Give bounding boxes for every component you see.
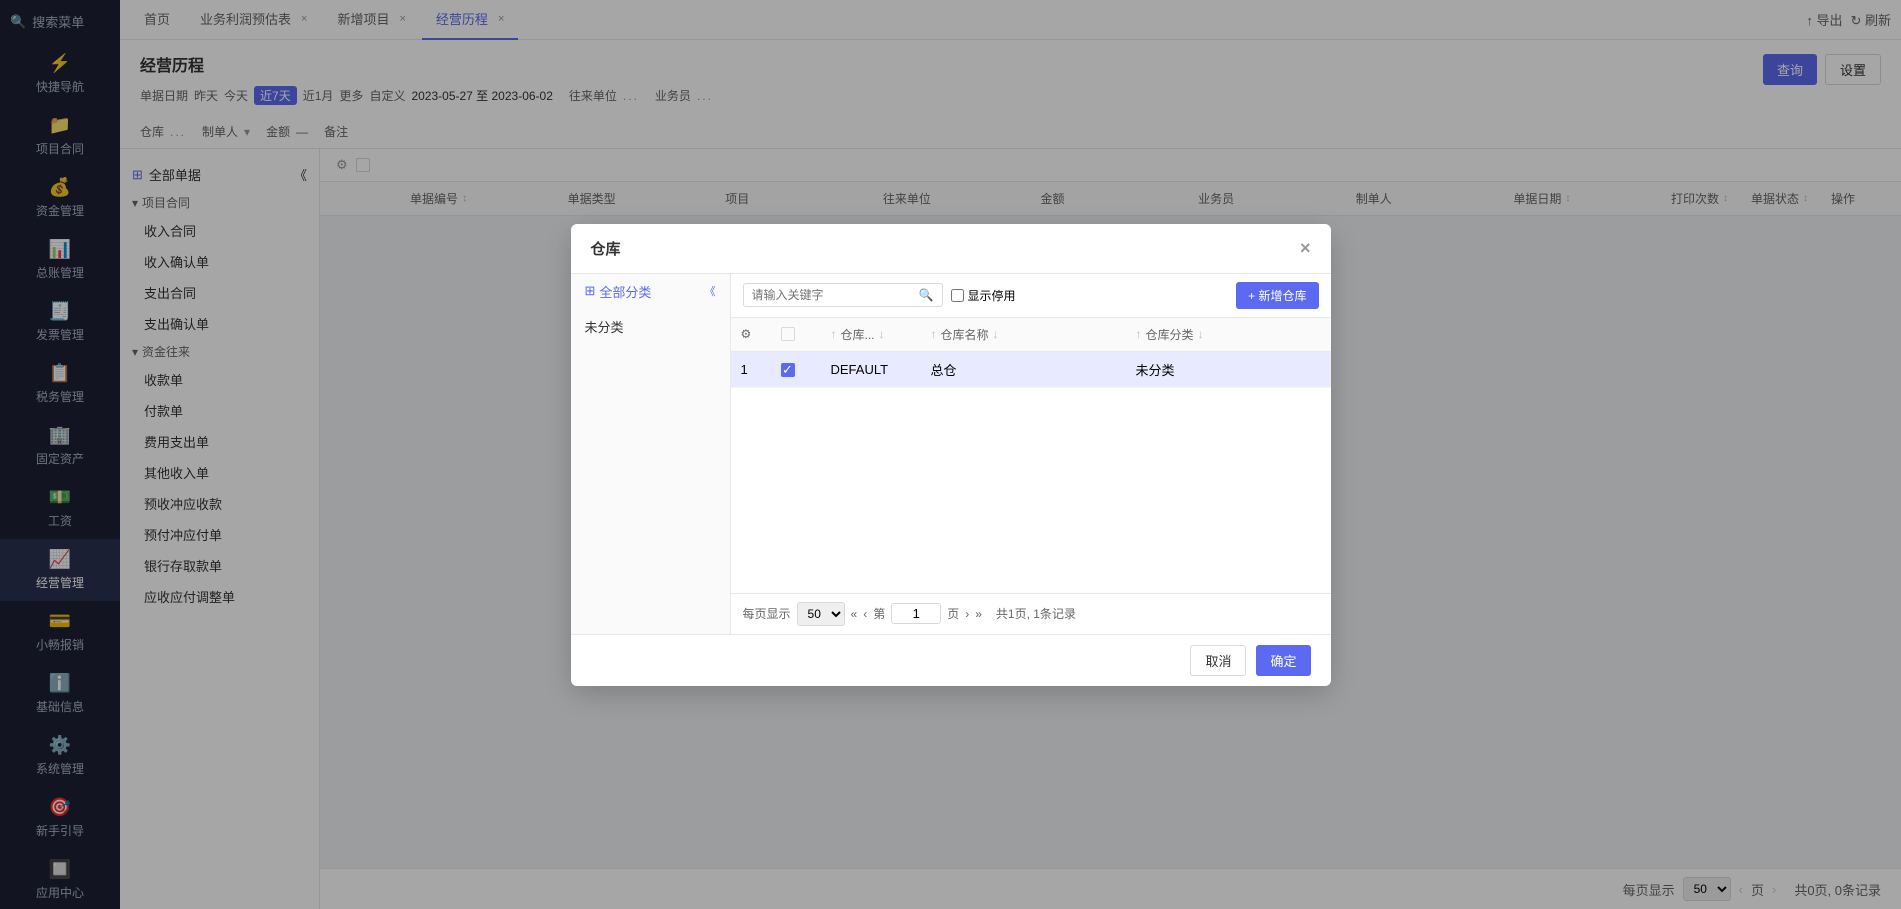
warehouse-row[interactable]: 1 ✓ DEFAULT 总仓 未分类 — [731, 352, 1331, 388]
uncategorized-item[interactable]: 未分类 — [571, 309, 730, 344]
modal-buttons: 取消 确定 — [1190, 645, 1310, 676]
row-category: 未分类 — [1126, 352, 1331, 387]
search-box: 🔍 — [743, 283, 943, 307]
modal-per-page[interactable]: 50 — [797, 602, 845, 626]
modal-pagination: 每页显示 50 « ‹ 第 页 › » 共1页, 1条记录 — [731, 593, 1331, 634]
th-checkbox — [771, 318, 821, 351]
modal-toolbar: 🔍 显示停用 + 新增仓库 — [731, 274, 1331, 318]
modal-close-button[interactable]: × — [1300, 238, 1311, 259]
row-check[interactable]: ✓ — [781, 363, 795, 377]
sort-desc-icon: ↓ — [879, 327, 885, 341]
th-name[interactable]: ↑ 仓库名称 ↓ — [921, 318, 1126, 351]
th-code[interactable]: ↑ 仓库... ↓ — [821, 318, 921, 351]
modal-right-panel: 🔍 显示停用 + 新增仓库 ⚙ ↑ — [731, 274, 1331, 634]
show-disabled-label: 显示停用 — [968, 287, 1016, 304]
page-suffix: 页 — [947, 605, 959, 622]
per-page-label: 每页显示 — [743, 605, 791, 622]
th-category[interactable]: ↑ 仓库分类 ↓ — [1126, 318, 1331, 351]
th-gear[interactable]: ⚙ — [731, 318, 771, 351]
page-input[interactable] — [891, 603, 941, 624]
row-checkbox[interactable]: ✓ — [771, 354, 821, 385]
all-category-label: 全部分类 — [599, 282, 651, 301]
show-disabled-checkbox[interactable]: 显示停用 — [951, 287, 1016, 304]
col-code-label: 仓库... — [841, 326, 875, 343]
col-name-label: 仓库名称 — [941, 326, 989, 343]
page-label: 第 — [873, 605, 885, 622]
collapse-icon[interactable]: 《 — [705, 283, 716, 299]
warehouse-modal: 仓库 × ⊞ 全部分类 《 未分类 🔍 显示停用 — [571, 224, 1331, 686]
gear-icon: ⚙ — [741, 327, 752, 341]
sort-desc-icon: ↓ — [993, 327, 999, 341]
confirm-button[interactable]: 确定 — [1256, 645, 1310, 676]
sort-asc-icon: ↑ — [831, 327, 837, 341]
disabled-checkbox[interactable] — [951, 289, 964, 302]
modal-title: 仓库 — [591, 238, 621, 259]
row-code: DEFAULT — [821, 354, 921, 385]
pagination-total: 共1页, 1条记录 — [996, 605, 1076, 622]
modal-footer: 取消 确定 — [571, 634, 1331, 686]
cancel-button[interactable]: 取消 — [1190, 645, 1246, 676]
first-page[interactable]: « — [851, 607, 858, 621]
select-all[interactable] — [781, 327, 795, 341]
modal-table-header: ⚙ ↑ 仓库... ↓ ↑ 仓库名称 ↓ — [731, 318, 1331, 352]
sort-asc-icon: ↑ — [931, 327, 937, 341]
search-input[interactable] — [752, 288, 915, 302]
sort-asc-icon: ↑ — [1136, 327, 1142, 341]
prev-page[interactable]: ‹ — [863, 607, 867, 621]
uncategorized-label: 未分类 — [585, 320, 624, 335]
row-index: 1 — [731, 354, 771, 385]
modal-left-panel: ⊞ 全部分类 《 未分类 — [571, 274, 731, 634]
modal-header: 仓库 × — [571, 224, 1331, 274]
sort-desc-icon: ↓ — [1198, 327, 1204, 341]
last-page[interactable]: » — [975, 607, 982, 621]
grid-icon: ⊞ — [585, 283, 596, 299]
next-page[interactable]: › — [965, 607, 969, 621]
row-name: 总仓 — [921, 352, 1126, 387]
add-warehouse-button[interactable]: + 新增仓库 — [1236, 282, 1318, 309]
modal-table: ⚙ ↑ 仓库... ↓ ↑ 仓库名称 ↓ — [731, 318, 1331, 593]
search-icon: 🔍 — [919, 288, 934, 302]
col-category-label: 仓库分类 — [1146, 326, 1194, 343]
modal-body: ⊞ 全部分类 《 未分类 🔍 显示停用 + 新增仓库 — [571, 274, 1331, 634]
all-category-item[interactable]: ⊞ 全部分类 《 — [571, 274, 730, 309]
